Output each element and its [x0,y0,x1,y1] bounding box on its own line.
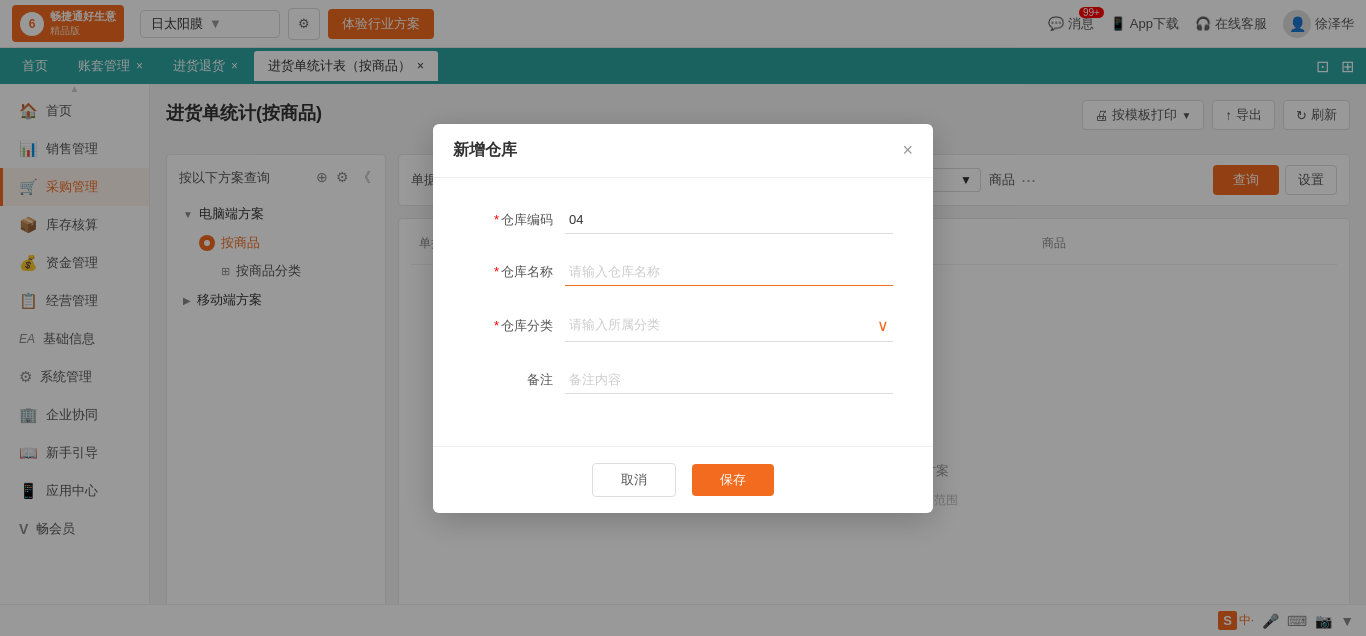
form-row-category: 仓库分类 请输入所属分类 ∨ [473,310,893,342]
save-button[interactable]: 保存 [692,464,774,496]
modal-overlay[interactable]: 新增仓库 × 仓库编码 仓库名称 仓库分类 请输入所属分类 ∨ [0,0,1366,636]
modal-title: 新增仓库 [453,140,517,161]
warehouse-category-select[interactable]: 请输入所属分类 ∨ [565,310,893,342]
form-label-category: 仓库分类 [473,317,553,335]
warehouse-note-input[interactable] [565,366,893,394]
form-label-note: 备注 [473,371,553,389]
modal-body: 仓库编码 仓库名称 仓库分类 请输入所属分类 ∨ 备注 [433,178,933,446]
form-label-code: 仓库编码 [473,211,553,229]
form-label-name: 仓库名称 [473,263,553,281]
warehouse-code-input[interactable] [565,206,893,234]
cancel-button[interactable]: 取消 [592,463,676,497]
modal-new-warehouse: 新增仓库 × 仓库编码 仓库名称 仓库分类 请输入所属分类 ∨ [433,124,933,513]
form-row-code: 仓库编码 [473,206,893,234]
form-row-name: 仓库名称 [473,258,893,286]
modal-close-button[interactable]: × [902,141,913,159]
modal-footer: 取消 保存 [433,446,933,513]
category-dropdown-arrow: ∨ [877,316,889,335]
category-placeholder: 请输入所属分类 [569,316,660,334]
modal-header: 新增仓库 × [433,124,933,178]
warehouse-name-input[interactable] [565,258,893,286]
form-row-note: 备注 [473,366,893,394]
